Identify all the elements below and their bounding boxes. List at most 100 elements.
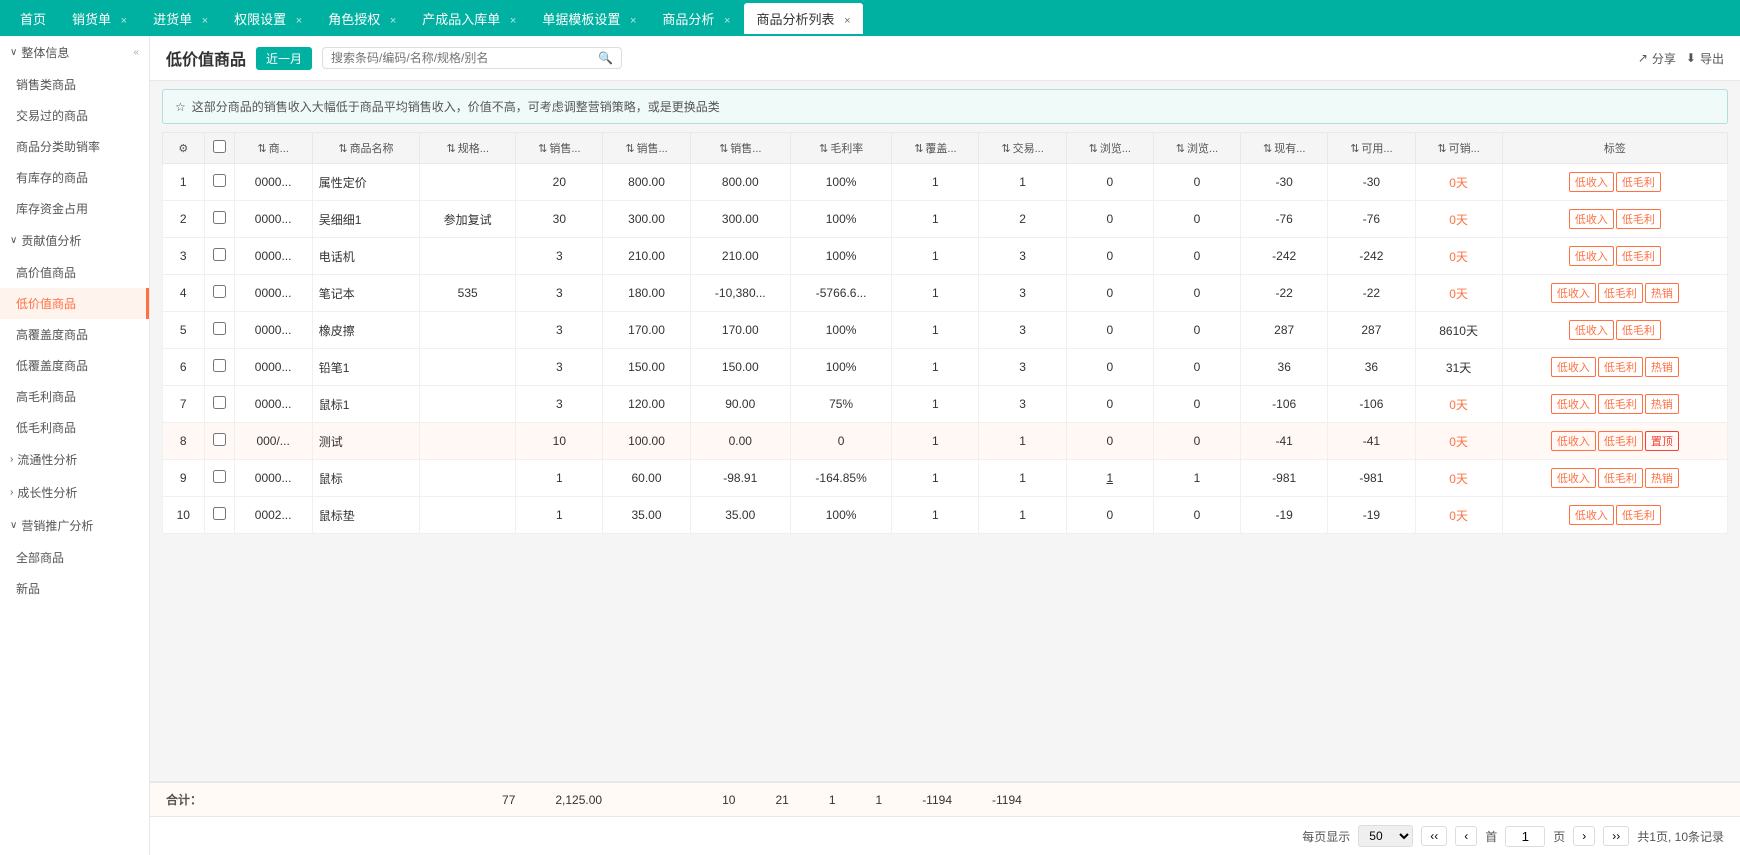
col-sellable[interactable]: ⇅可销... [1415, 133, 1502, 164]
col-settings[interactable]: ⚙ [163, 133, 205, 164]
sidebar-group-title-overall[interactable]: ∨ 整体信息 « [0, 36, 149, 69]
sidebar-item-low-margin[interactable]: 低毛利商品 [0, 412, 149, 443]
first-page-button[interactable]: ‹‹ [1421, 826, 1447, 846]
row-coverage: 1 [892, 238, 979, 275]
row-checkbox[interactable] [213, 396, 226, 409]
col-transaction[interactable]: ⇅交易... [979, 133, 1066, 164]
row-checkbox[interactable] [213, 433, 226, 446]
last-page-button[interactable]: ›› [1603, 826, 1629, 846]
nav-home[interactable]: 首页 [8, 3, 58, 34]
row-checkbox[interactable] [213, 248, 226, 261]
page-size-select[interactable]: 50 100 200 [1358, 825, 1413, 847]
search-box[interactable]: 🔍 [322, 47, 622, 69]
row-view1[interactable]: 0 [1066, 164, 1153, 201]
search-input[interactable] [331, 51, 594, 65]
row-checkbox[interactable] [213, 211, 226, 224]
nav-roles[interactable]: 角色授权 × [316, 3, 408, 34]
nav-product-storage[interactable]: 产成品入库单 × [410, 3, 528, 34]
close-icon[interactable]: × [724, 15, 730, 27]
row-checkbox[interactable] [213, 470, 226, 483]
row-checkbox-cell [204, 497, 234, 534]
row-view1[interactable]: 0 [1066, 275, 1153, 312]
sidebar-group-title-marketing[interactable]: ∨ 营销推广分析 [0, 509, 149, 542]
col-view2[interactable]: ⇅浏览... [1153, 133, 1240, 164]
sidebar-item-high-value[interactable]: 高价值商品 [0, 257, 149, 288]
row-checkbox[interactable] [213, 322, 226, 335]
row-current: -41 [1241, 423, 1328, 460]
close-icon[interactable]: × [202, 15, 208, 27]
nav-sales[interactable]: 销货单 × [60, 3, 139, 34]
row-tags: 低收入低毛利 [1502, 312, 1727, 349]
share-button[interactable]: ↗ 分享 [1638, 50, 1676, 67]
sidebar-item-high-margin[interactable]: 高毛利商品 [0, 381, 149, 412]
sidebar-item-capital[interactable]: 库存资金占用 [0, 193, 149, 224]
sidebar-item-high-coverage[interactable]: 高覆盖度商品 [0, 319, 149, 350]
row-view1[interactable]: 0 [1066, 386, 1153, 423]
page-number-input[interactable] [1505, 826, 1545, 847]
col-name[interactable]: ⇅商品名称 [312, 133, 419, 164]
export-button[interactable]: ⬇ 导出 [1686, 50, 1724, 67]
close-icon[interactable]: × [121, 15, 127, 27]
tag: 低毛利 [1598, 431, 1643, 451]
nav-permissions[interactable]: 权限设置 × [222, 3, 314, 34]
col-available[interactable]: ⇅可用... [1328, 133, 1415, 164]
sidebar-group-title-contribution[interactable]: ∨ 贡献值分析 [0, 224, 149, 257]
col-view1[interactable]: ⇅浏览... [1066, 133, 1153, 164]
close-icon[interactable]: × [390, 15, 396, 27]
nav-product-analysis-list[interactable]: 商品分析列表 × [744, 3, 862, 34]
row-checkbox[interactable] [213, 507, 226, 520]
sidebar-item-all-goods[interactable]: 全部商品 [0, 542, 149, 573]
row-checkbox[interactable] [213, 359, 226, 372]
row-coverage: 1 [892, 386, 979, 423]
close-icon[interactable]: × [630, 15, 636, 27]
row-transaction: 3 [979, 349, 1066, 386]
close-icon[interactable]: × [844, 15, 850, 27]
row-spec [420, 460, 516, 497]
row-checkbox[interactable] [213, 174, 226, 187]
col-margin[interactable]: ⇅毛利率 [790, 133, 891, 164]
close-icon[interactable]: × [296, 15, 302, 27]
sidebar-group-title-circulation[interactable]: › 流通性分析 [0, 443, 149, 476]
sidebar-item-stock-goods[interactable]: 有库存的商品 [0, 162, 149, 193]
row-qty: 3 [516, 312, 603, 349]
sidebar-item-traded-goods[interactable]: 交易过的商品 [0, 100, 149, 131]
select-all-checkbox[interactable] [213, 140, 226, 153]
col-sales-amount[interactable]: ⇅销售... [603, 133, 690, 164]
prev-page-button[interactable]: ‹ [1455, 826, 1477, 846]
row-view1[interactable]: 0 [1066, 423, 1153, 460]
next-page-button[interactable]: › [1573, 826, 1595, 846]
search-icon[interactable]: 🔍 [598, 51, 613, 65]
sidebar-item-sales-goods[interactable]: 销售类商品 [0, 69, 149, 100]
col-current[interactable]: ⇅现有... [1241, 133, 1328, 164]
tag: 低毛利 [1616, 209, 1661, 229]
settings-icon[interactable]: ⚙ [178, 143, 188, 155]
row-view1[interactable]: 1 [1066, 460, 1153, 497]
view-link[interactable]: 1 [1106, 471, 1113, 485]
nav-product-analysis[interactable]: 商品分析 × [650, 3, 742, 34]
col-coverage[interactable]: ⇅覆盖... [892, 133, 979, 164]
sidebar-group-title-growth[interactable]: › 成长性分析 [0, 476, 149, 509]
row-view1[interactable]: 0 [1066, 201, 1153, 238]
col-spec[interactable]: ⇅规格... [420, 133, 516, 164]
row-checkbox[interactable] [213, 285, 226, 298]
row-view1[interactable]: 0 [1066, 238, 1153, 275]
sidebar-item-low-coverage[interactable]: 低覆盖度商品 [0, 350, 149, 381]
row-view1[interactable]: 0 [1066, 312, 1153, 349]
nav-purchase[interactable]: 进货单 × [141, 3, 220, 34]
date-filter-button[interactable]: 近一月 [256, 47, 312, 70]
close-icon[interactable]: × [510, 15, 516, 27]
sidebar-item-low-value[interactable]: 低价值商品 [0, 288, 149, 319]
row-current: -981 [1241, 460, 1328, 497]
row-coverage: 1 [892, 460, 979, 497]
row-view1[interactable]: 0 [1066, 349, 1153, 386]
row-name: 橡皮擦 [312, 312, 419, 349]
collapse-icon[interactable]: « [133, 47, 139, 58]
nav-template[interactable]: 单据模板设置 × [530, 3, 648, 34]
col-code[interactable]: ⇅商... [234, 133, 312, 164]
sidebar-item-new-goods[interactable]: 新品 [0, 573, 149, 604]
row-view1[interactable]: 0 [1066, 497, 1153, 534]
row-qty: 1 [516, 497, 603, 534]
col-qty[interactable]: ⇅销售... [516, 133, 603, 164]
col-sales-other[interactable]: ⇅销售... [690, 133, 790, 164]
sidebar-item-category-rate[interactable]: 商品分类助销率 [0, 131, 149, 162]
